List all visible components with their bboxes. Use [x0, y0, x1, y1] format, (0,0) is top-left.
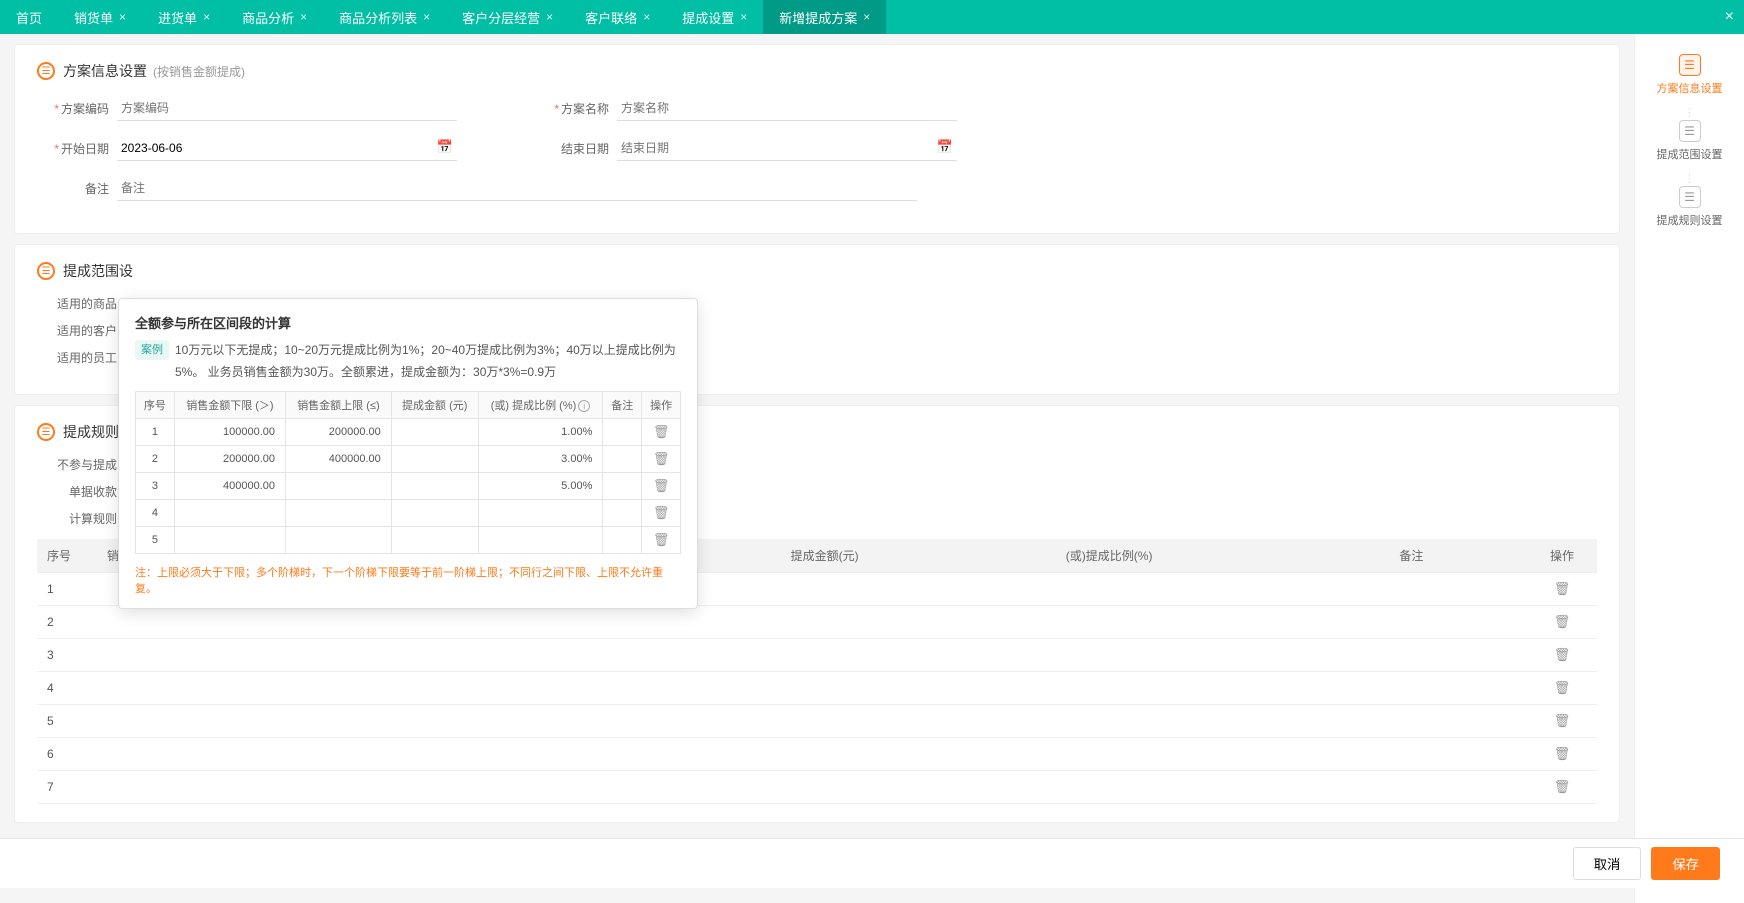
col-op: 操作: [1527, 539, 1597, 573]
rule-example-popup: 全额参与所在区间段的计算 案例 10万元以下无提成；10~20万元提成比例为1%…: [118, 298, 698, 609]
label-goods: 适用的商品: [37, 295, 125, 312]
footer-bar: 取消 保存: [0, 838, 1744, 888]
calendar-icon[interactable]: 📅: [937, 139, 953, 155]
close-icon[interactable]: ×: [203, 10, 210, 24]
label-calc-rule: 计算规则: [37, 510, 125, 527]
section-icon: ☰: [37, 423, 55, 441]
table-row: 4🗑: [136, 500, 681, 527]
table-row[interactable]: 7🗑: [37, 771, 1597, 804]
anchor-scope[interactable]: ☰ 提成范围设置: [1635, 120, 1744, 162]
table-row: 3400000.005.00%🗑: [136, 473, 681, 500]
tab-customer-tier[interactable]: 客户分层经营×: [446, 0, 569, 34]
anchor-nav: ☰ 方案信息设置 ⋮ ☰ 提成范围设置 ⋮ ☰ 提成规则设置: [1634, 34, 1744, 903]
delete-icon[interactable]: 🗑: [653, 478, 670, 493]
plan-name-input[interactable]: [617, 95, 957, 121]
anchor-icon: ☰: [1679, 54, 1701, 76]
close-icon[interactable]: ×: [300, 10, 307, 24]
end-date-input[interactable]: [617, 135, 957, 161]
table-row: 2200000.00400000.003.00%🗑: [136, 446, 681, 473]
tab-product-analysis[interactable]: 商品分析×: [226, 0, 323, 34]
anchor-plan-info[interactable]: ☰ 方案信息设置: [1635, 54, 1744, 96]
delete-icon[interactable]: 🗑: [653, 505, 670, 520]
label-bill-receive: 单据收款: [37, 483, 125, 500]
save-button[interactable]: 保存: [1651, 847, 1720, 880]
delete-icon[interactable]: 🗑: [653, 424, 670, 439]
table-row[interactable]: 3🗑: [37, 639, 1597, 672]
top-tabs-bar: 首页 销货单× 进货单× 商品分析× 商品分析列表× 客户分层经营× 客户联络×…: [0, 0, 1744, 34]
delete-icon[interactable]: 🗑: [653, 532, 670, 547]
tab-sales[interactable]: 销货单×: [58, 0, 142, 34]
case-tag: 案例: [135, 340, 169, 360]
col-seq: 序号: [37, 539, 97, 573]
label-code: *方案编码: [37, 100, 117, 117]
table-row[interactable]: 2🗑: [37, 606, 1597, 639]
anchor-icon: ☰: [1679, 120, 1701, 142]
table-row[interactable]: 4🗑: [37, 672, 1597, 705]
label-customer: 适用的客户: [37, 322, 125, 339]
close-icon[interactable]: ×: [863, 10, 870, 24]
start-date-input[interactable]: [117, 135, 457, 161]
tab-commission-setting[interactable]: 提成设置×: [666, 0, 763, 34]
table-row: 1100000.00200000.001.00%🗑: [136, 419, 681, 446]
label-start-date: *开始日期: [37, 140, 117, 157]
calendar-icon[interactable]: 📅: [437, 139, 453, 155]
table-row[interactable]: 5🗑: [37, 705, 1597, 738]
anchor-icon: ☰: [1679, 186, 1701, 208]
panel-subtitle: (按销售金额提成): [153, 63, 245, 80]
label-end-date: 结束日期: [537, 140, 617, 157]
plan-code-input[interactable]: [117, 95, 457, 121]
panel-plan-info: ☰ 方案信息设置 (按销售金额提成) *方案编码 *方案名称 *开始日期: [14, 44, 1620, 234]
close-all-icon[interactable]: ×: [1725, 0, 1734, 34]
tab-product-analysis-list[interactable]: 商品分析列表×: [323, 0, 446, 34]
tab-purchase[interactable]: 进货单×: [142, 0, 226, 34]
info-icon[interactable]: i: [578, 400, 590, 412]
tab-customer-contact[interactable]: 客户联络×: [569, 0, 666, 34]
popup-title: 全额参与所在区间段的计算: [135, 313, 681, 332]
close-icon[interactable]: ×: [643, 10, 650, 24]
delete-icon[interactable]: 🗑: [1554, 647, 1571, 662]
tab-home[interactable]: 首页: [0, 0, 58, 34]
delete-icon[interactable]: 🗑: [1554, 680, 1571, 695]
delete-icon[interactable]: 🗑: [1554, 746, 1571, 761]
cancel-button[interactable]: 取消: [1573, 847, 1642, 880]
example-table: 序号 销售金额下限 (＞) 销售金额上限 (≤) 提成金额 (元) (或) 提成…: [135, 391, 681, 554]
case-text: 10万元以下无提成；10~20万元提成比例为1%；20~40万提成比例为3%；4…: [175, 340, 681, 383]
close-icon[interactable]: ×: [423, 10, 430, 24]
label-remark: 备注: [37, 180, 117, 197]
panel-title: 提成范围设: [63, 261, 133, 281]
delete-icon[interactable]: 🗑: [1554, 779, 1571, 794]
section-icon: ☰: [37, 62, 55, 80]
label-name: *方案名称: [537, 100, 617, 117]
close-icon[interactable]: ×: [546, 10, 553, 24]
delete-icon[interactable]: 🗑: [1554, 614, 1571, 629]
panel-title: 方案信息设置: [63, 61, 147, 81]
close-icon[interactable]: ×: [740, 10, 747, 24]
close-icon[interactable]: ×: [119, 10, 126, 24]
popup-note: 注：上限必须大于下限；多个阶梯时，下一个阶梯下限要等于前一阶梯上限；不同行之间下…: [135, 564, 681, 596]
anchor-rules[interactable]: ☰ 提成规则设置: [1635, 186, 1744, 228]
delete-icon[interactable]: 🗑: [1554, 581, 1571, 596]
delete-icon[interactable]: 🗑: [653, 451, 670, 466]
label-not-join: 不参与提成: [37, 456, 125, 473]
remark-input[interactable]: [117, 175, 917, 201]
delete-icon[interactable]: 🗑: [1554, 713, 1571, 728]
col-remark: 备注: [1389, 539, 1527, 573]
tab-new-commission-plan[interactable]: 新增提成方案×: [763, 0, 886, 34]
col-ratio: (或)提成比例(%): [1056, 539, 1390, 573]
table-row: 5🗑: [136, 527, 681, 554]
col-amount: 提成金额(元): [781, 539, 1056, 573]
section-icon: ☰: [37, 262, 55, 280]
label-staff: 适用的员工: [37, 349, 125, 366]
table-row[interactable]: 6🗑: [37, 738, 1597, 771]
